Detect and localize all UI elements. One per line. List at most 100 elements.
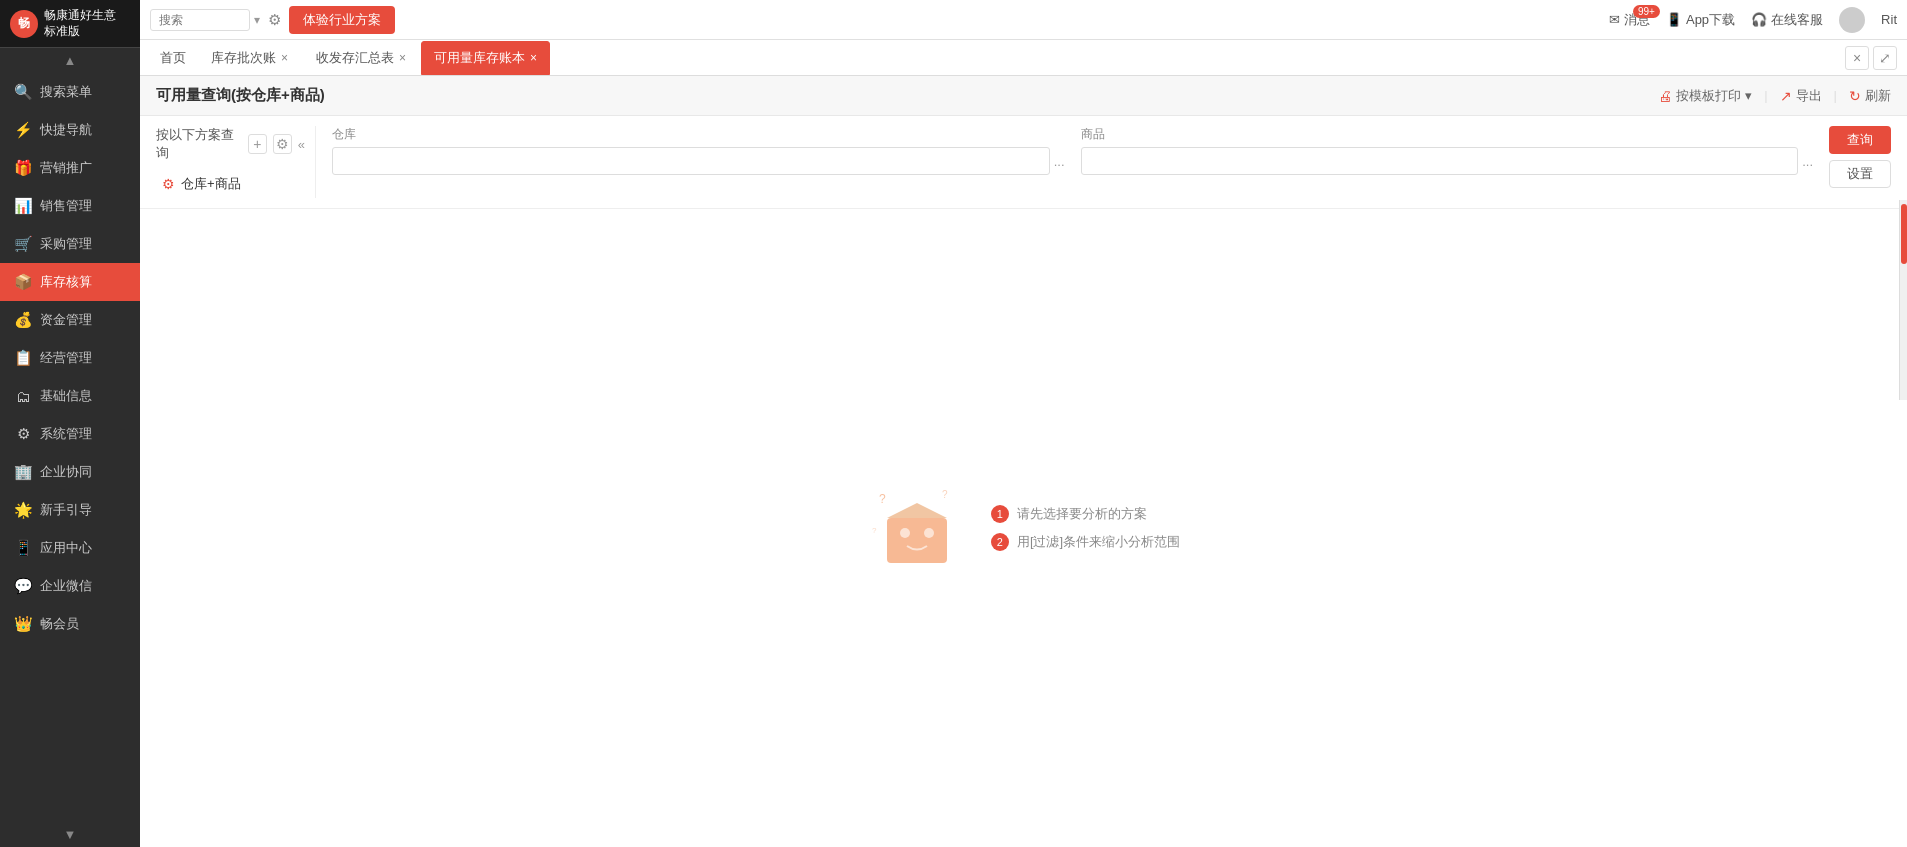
trial-button[interactable]: 体验行业方案 (289, 6, 395, 34)
sidebar-item-newbie-label: 新手引导 (40, 501, 92, 519)
sidebar-item-enterprise-label: 企业协同 (40, 463, 92, 481)
empty-tips: 1 请先选择要分析的方案 2 用[过滤]条件来缩小分析范围 (991, 505, 1180, 551)
username-label[interactable]: Rit (1881, 12, 1897, 27)
svg-point-1 (900, 528, 910, 538)
sidebar-item-member-label: 畅会员 (40, 615, 79, 633)
sidebar-header: 畅 畅康通好生意 标准版 (0, 0, 140, 48)
empty-tip-2: 2 用[过滤]条件来缩小分析范围 (991, 533, 1180, 551)
empty-svg: ? ? ? (867, 478, 967, 578)
gear-icon[interactable]: ⚙ (268, 11, 281, 29)
sidebar-item-purchase[interactable]: 🛒 采购管理 (0, 225, 140, 263)
query-actions: 查询 设置 (1813, 126, 1891, 188)
app-download-button[interactable]: 📱 App下载 (1666, 11, 1735, 29)
tip-num-2: 2 (991, 533, 1009, 551)
refresh-button[interactable]: ↻ 刷新 (1849, 87, 1891, 105)
topbar-right: ✉ 消息 99+ 📱 App下载 🎧 在线客服 Rit (1609, 7, 1897, 33)
add-scheme-button[interactable]: + (248, 134, 267, 154)
export-button[interactable]: ↗ 导出 (1780, 87, 1822, 105)
sidebar-logo: 畅 (10, 10, 38, 38)
newbie-icon: 🌟 (14, 501, 32, 519)
sidebar-item-search[interactable]: 🔍 搜索菜单 (0, 73, 140, 111)
app-download-label: App下载 (1686, 11, 1735, 29)
sidebar-brand-sub: 标准版 (44, 24, 116, 40)
sidebar-item-shortcut-label: 快捷导航 (40, 121, 92, 139)
page-header: 可用量查询(按仓库+商品) 🖨 按模板打印 ▾ | ↗ 导出 | ↻ 刷新 (140, 76, 1907, 116)
collapse-schemes-button[interactable]: « (298, 137, 305, 152)
sidebar-scroll-up[interactable]: ▲ (0, 48, 140, 73)
sidebar-nav: 🔍 搜索菜单 ⚡ 快捷导航 🎁 营销推广 📊 销售管理 🛒 采购管理 📦 库存核… (0, 73, 140, 822)
sidebar-item-shortcut[interactable]: ⚡ 快捷导航 (0, 111, 140, 149)
sidebar-item-basic[interactable]: 🗂 基础信息 (0, 377, 140, 415)
warehouse-more-button[interactable]: ... (1054, 154, 1065, 169)
svg-point-2 (924, 528, 934, 538)
shortcut-icon: ⚡ (14, 121, 32, 139)
chevron-down-icon[interactable]: ▾ (254, 13, 260, 27)
svg-text:?: ? (879, 492, 886, 506)
tab-home[interactable]: 首页 (150, 43, 196, 73)
warehouse-input[interactable] (332, 147, 1050, 175)
wechat-icon: 💬 (14, 577, 32, 595)
sidebar-item-marketing[interactable]: 🎁 营销推广 (0, 149, 140, 187)
service-button[interactable]: 🎧 在线客服 (1751, 11, 1823, 29)
product-input-row: ... (1081, 147, 1814, 175)
sidebar-item-finance[interactable]: 💰 资金管理 (0, 301, 140, 339)
sidebar-item-sales[interactable]: 📊 销售管理 (0, 187, 140, 225)
message-badge: 99+ (1633, 5, 1660, 18)
tab-available-qty-label: 可用量库存账本 (434, 49, 525, 67)
print-button[interactable]: 🖨 按模板打印 ▾ (1658, 87, 1752, 105)
inventory-icon: 📦 (14, 273, 32, 291)
svg-text:?: ? (942, 489, 948, 500)
tab-available-qty-close[interactable]: × (530, 51, 537, 65)
content-area: 可用量查询(按仓库+商品) 🖨 按模板打印 ▾ | ↗ 导出 | ↻ 刷新 (140, 76, 1907, 847)
print-chevron[interactable]: ▾ (1745, 88, 1752, 103)
message-icon: ✉ (1609, 12, 1620, 27)
sidebar-item-enterprise[interactable]: 🏢 企业协同 (0, 453, 140, 491)
sidebar-item-newbie[interactable]: 🌟 新手引导 (0, 491, 140, 529)
search-icon: 🔍 (14, 83, 32, 101)
sidebar-scroll-down[interactable]: ▼ (0, 822, 140, 847)
tab-batch-close[interactable]: × (281, 51, 288, 65)
export-label: 导出 (1796, 87, 1822, 105)
tab-available-qty[interactable]: 可用量库存账本 × (421, 41, 550, 75)
sidebar-item-finance-label: 资金管理 (40, 311, 92, 329)
tab-stock-summary[interactable]: 收发存汇总表 × (303, 41, 419, 75)
tip-num-1: 1 (991, 505, 1009, 523)
sidebar-item-appstore[interactable]: 📱 应用中心 (0, 529, 140, 567)
scheme-icon: ⚙ (162, 176, 175, 192)
tab-stock-summary-close[interactable]: × (399, 51, 406, 65)
tab-batch[interactable]: 库存批次账 × (198, 41, 301, 75)
sales-icon: 📊 (14, 197, 32, 215)
right-scrollbar[interactable] (1899, 200, 1907, 400)
print-label: 按模板打印 (1676, 87, 1741, 105)
divider-1: | (1764, 88, 1767, 103)
refresh-label: 刷新 (1865, 87, 1891, 105)
topbar-search-input[interactable] (150, 9, 250, 31)
tabs-expand-button[interactable]: ⤢ (1873, 46, 1897, 70)
scrollbar-thumb[interactable] (1901, 204, 1907, 264)
empty-illustration: ? ? ? (867, 478, 967, 578)
product-more-button[interactable]: ... (1802, 154, 1813, 169)
divider-2: | (1834, 88, 1837, 103)
sidebar-item-system[interactable]: ⚙ 系统管理 (0, 415, 140, 453)
tabs-close-all-button[interactable]: × (1845, 46, 1869, 70)
sidebar-item-member[interactable]: 👑 畅会员 (0, 605, 140, 643)
marketing-icon: 🎁 (14, 159, 32, 177)
settings-button[interactable]: 设置 (1829, 160, 1891, 188)
query-button[interactable]: 查询 (1829, 126, 1891, 154)
message-button[interactable]: ✉ 消息 99+ (1609, 11, 1650, 29)
sidebar-item-operations[interactable]: 📋 经营管理 (0, 339, 140, 377)
user-avatar[interactable] (1839, 7, 1865, 33)
scheme-settings-button[interactable]: ⚙ (273, 134, 292, 154)
topbar-search-wrap: ▾ (150, 9, 260, 31)
scheme-item-warehouse-product[interactable]: ⚙ 仓库+商品 (156, 170, 305, 198)
product-input[interactable] (1081, 147, 1799, 175)
tab-stock-summary-label: 收发存汇总表 (316, 49, 394, 67)
sidebar-item-marketing-label: 营销推广 (40, 159, 92, 177)
sidebar-item-inventory[interactable]: 📦 库存核算 (0, 263, 140, 301)
topbar: ▾ ⚙ 体验行业方案 ✉ 消息 99+ 📱 App下载 🎧 在线客服 Rit (140, 0, 1907, 40)
sidebar-item-wechat[interactable]: 💬 企业微信 (0, 567, 140, 605)
product-filter-group: 商品 ... (1081, 126, 1814, 175)
warehouse-label: 仓库 (332, 126, 1065, 143)
filter-scheme-header: 按以下方案查询 + ⚙ « (156, 126, 305, 162)
sidebar-item-sales-label: 销售管理 (40, 197, 92, 215)
